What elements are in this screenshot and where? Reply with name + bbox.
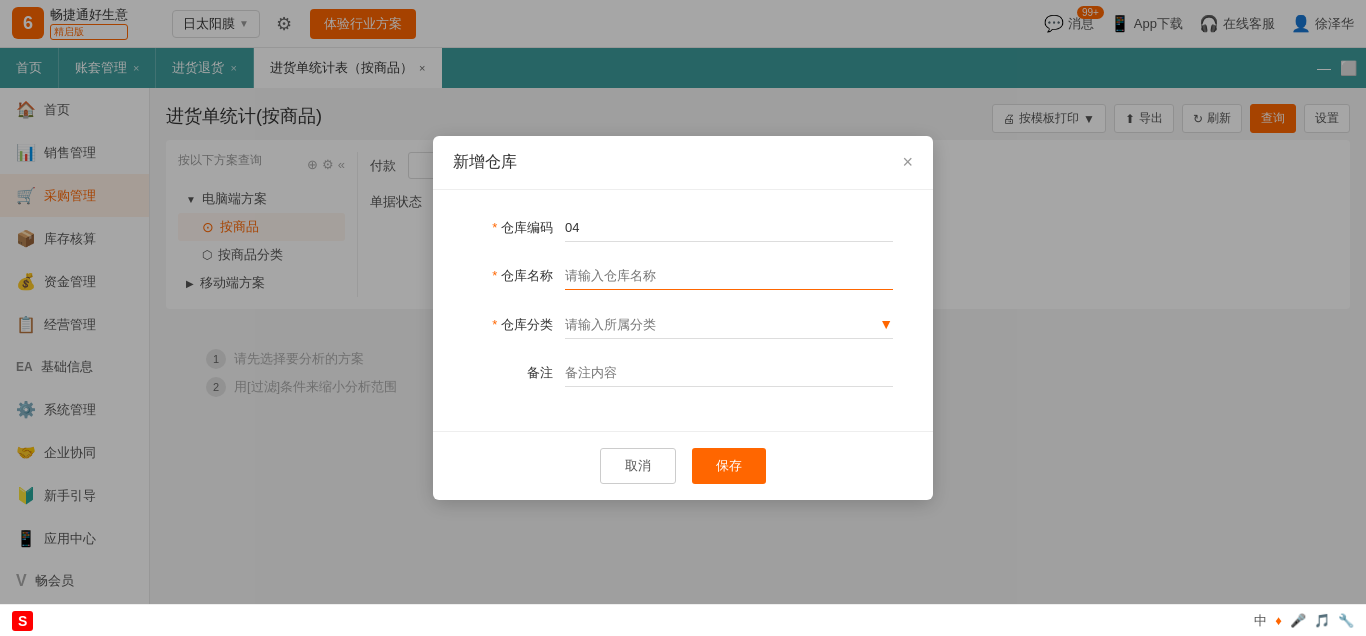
- code-required-mark: *: [492, 220, 497, 235]
- code-input[interactable]: [565, 214, 893, 242]
- category-required-mark: *: [492, 317, 497, 332]
- modal-footer: 取消 保存: [433, 431, 933, 500]
- bottom-bar: S 中 ♦ 🎤 🎵 🔧: [0, 604, 1366, 636]
- bottom-icon-mic[interactable]: 🎤: [1290, 613, 1306, 628]
- form-row-name: * 仓库名称: [473, 262, 893, 290]
- add-warehouse-modal: 新增仓库 × * 仓库编码 * 仓库名称: [433, 136, 933, 500]
- form-row-code: * 仓库编码: [473, 214, 893, 242]
- name-label: * 仓库名称: [473, 267, 553, 285]
- save-button[interactable]: 保存: [692, 448, 766, 484]
- s-logo: S: [12, 611, 33, 631]
- modal-title: 新增仓库: [453, 152, 517, 173]
- remark-label: 备注: [473, 364, 553, 382]
- bottom-icon-diamond[interactable]: ♦: [1275, 613, 1282, 628]
- modal-close-button[interactable]: ×: [902, 152, 913, 173]
- cancel-button[interactable]: 取消: [600, 448, 676, 484]
- bottom-left: S: [12, 611, 33, 631]
- form-row-remark: 备注: [473, 359, 893, 387]
- bottom-icon-music[interactable]: 🎵: [1314, 613, 1330, 628]
- code-label: * 仓库编码: [473, 219, 553, 237]
- modal-overlay: 新增仓库 × * 仓库编码 * 仓库名称: [0, 0, 1366, 636]
- category-label: * 仓库分类: [473, 316, 553, 334]
- form-row-category: * 仓库分类 ▼: [473, 310, 893, 339]
- category-input[interactable]: [565, 317, 879, 332]
- category-select-row[interactable]: ▼: [565, 310, 893, 339]
- bottom-right: 中 ♦ 🎤 🎵 🔧: [1254, 612, 1354, 630]
- name-input[interactable]: [565, 262, 893, 290]
- modal-header: 新增仓库 ×: [433, 136, 933, 190]
- category-dropdown-icon: ▼: [879, 316, 893, 332]
- modal-body: * 仓库编码 * 仓库名称 * 仓库分类: [433, 190, 933, 431]
- bottom-icon-tool[interactable]: 🔧: [1338, 613, 1354, 628]
- bottom-icon-zh[interactable]: 中: [1254, 612, 1267, 630]
- remark-input[interactable]: [565, 359, 893, 387]
- name-required-mark: *: [492, 268, 497, 283]
